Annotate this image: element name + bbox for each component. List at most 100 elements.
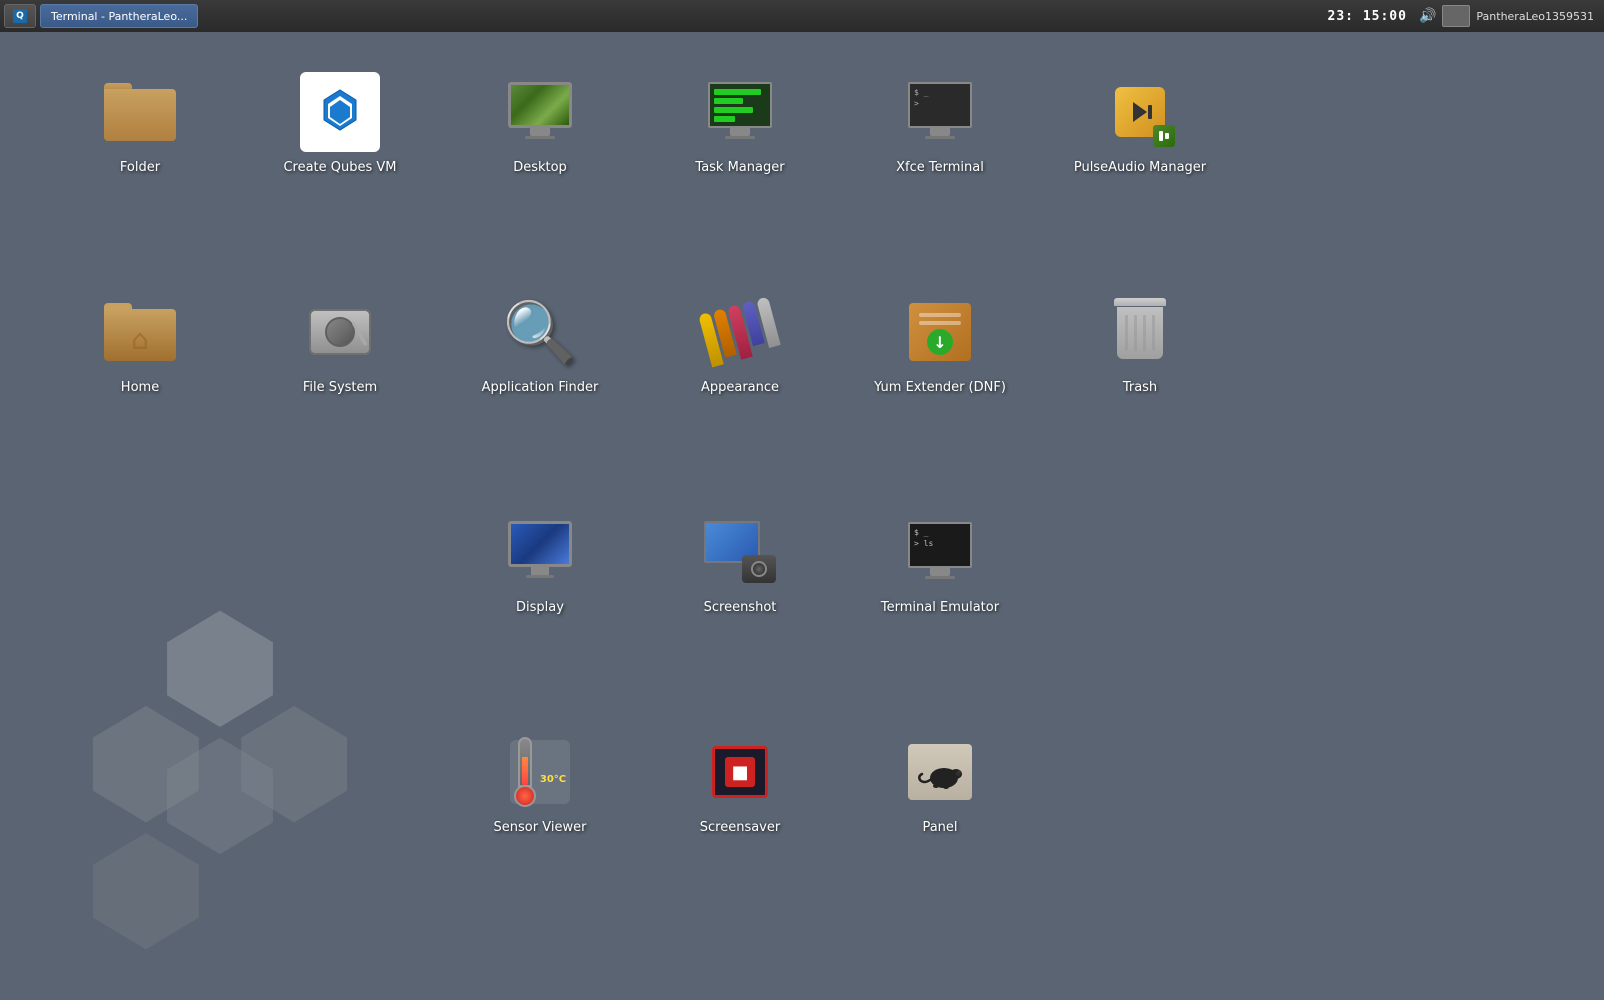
create-qubes-vm-icon-item[interactable]: Create Qubes VM xyxy=(260,62,420,282)
te-base xyxy=(925,576,955,579)
pulse-overlay xyxy=(1153,125,1175,147)
clock: 23: 15:00 xyxy=(1322,9,1413,24)
trash-line-3 xyxy=(1143,315,1146,351)
magnifier-symbol: 🔍 xyxy=(503,297,578,368)
ss-lens xyxy=(751,561,767,577)
home-icon-item[interactable]: ⌂ Home xyxy=(60,282,220,502)
trash-lines xyxy=(1117,307,1163,359)
pulseaudio-icon-item[interactable]: PulseAudio Manager xyxy=(1060,62,1220,282)
xterm-prompt-2: > xyxy=(914,99,966,108)
task-manager-img xyxy=(700,72,780,152)
pkg-line-1 xyxy=(919,313,961,317)
desktop-label: Desktop xyxy=(513,160,567,177)
display-img xyxy=(500,512,580,592)
taskbar-thumbnail[interactable] xyxy=(1442,5,1470,27)
desktop-icon-img xyxy=(500,72,580,152)
screensaver-shape: ■ xyxy=(706,740,774,804)
filesystem-shape xyxy=(304,303,376,361)
taskbar-left: Q Terminal - PantheraLeo... xyxy=(0,4,198,28)
xterm-screen: $ _ > xyxy=(908,82,972,128)
trash-body xyxy=(1117,307,1163,359)
application-finder-label: Application Finder xyxy=(482,380,599,397)
xfce-terminal-img: $ _ > xyxy=(900,72,980,152)
home-folder-body: ⌂ xyxy=(104,309,176,361)
desktop-icon-item[interactable]: Desktop xyxy=(460,62,620,282)
display-stand-group xyxy=(526,567,554,578)
appfinder-shape: 🔍 xyxy=(504,296,576,368)
display-base xyxy=(526,575,554,578)
xterm-base xyxy=(925,136,955,139)
tm-base xyxy=(725,136,755,139)
folder-icon-img xyxy=(100,72,180,152)
termemu-shape: $ _ > ls xyxy=(905,522,975,582)
color-strips xyxy=(698,297,782,368)
panel-icon-item[interactable]: Panel xyxy=(860,722,1020,942)
trash-lid xyxy=(1114,298,1166,306)
panel-label: Panel xyxy=(922,820,957,837)
trash-shape xyxy=(1109,298,1171,366)
monitor-stand xyxy=(530,128,550,136)
hdd-platter xyxy=(325,317,355,347)
xterm-stand xyxy=(930,128,950,136)
task-bar-2 xyxy=(714,98,743,104)
terminal-emulator-label: Terminal Emulator xyxy=(881,600,999,617)
trash-label: Trash xyxy=(1123,380,1157,397)
pulse-overlay-svg xyxy=(1157,129,1171,143)
tm-stand-group xyxy=(725,128,755,139)
taskbar: Q Terminal - PantheraLeo... 23: 15:00 🔊 … xyxy=(0,0,1604,32)
monitor-base xyxy=(525,136,555,139)
terminal-window-button[interactable]: Terminal - PantheraLeo... xyxy=(40,4,198,28)
trash-line-1 xyxy=(1125,315,1128,351)
pulse-svg xyxy=(1125,97,1155,127)
file-system-img xyxy=(300,292,380,372)
yum-extender-icon-item[interactable]: ↓ Yum Extender (DNF) xyxy=(860,282,1020,502)
qubes-app-button[interactable]: Q xyxy=(4,4,36,28)
username-label: PantheraLeo1359531 xyxy=(1472,10,1598,23)
appearance-icon-item[interactable]: Appearance xyxy=(660,282,820,502)
display-screen xyxy=(508,521,572,567)
appearance-label: Appearance xyxy=(701,380,779,397)
folder-body xyxy=(104,89,176,141)
terminal-emulator-icon-item[interactable]: $ _ > ls Terminal Emulator xyxy=(860,502,1020,722)
volume-icon[interactable]: 🔊 xyxy=(1415,8,1440,24)
panel-img xyxy=(900,732,980,812)
xfce-terminal-icon-item[interactable]: $ _ > Xfce Terminal xyxy=(860,62,1020,282)
screensaver-img: ■ xyxy=(700,732,780,812)
xterm-shape: $ _ > xyxy=(905,82,975,142)
create-qubes-vm-label: Create Qubes VM xyxy=(283,160,396,177)
thermo-wrapper xyxy=(514,737,536,807)
thermometer-body xyxy=(518,737,532,787)
application-finder-icon-item[interactable]: 🔍 Application Finder xyxy=(460,282,620,502)
display-icon-item[interactable]: Display xyxy=(460,502,620,722)
task-bar-4 xyxy=(714,116,735,122)
panel-shape xyxy=(906,740,974,804)
yum-extender-img: ↓ xyxy=(900,292,980,372)
pulse-shape xyxy=(1105,77,1175,147)
qubes-icon: Q xyxy=(13,9,27,23)
display-shape xyxy=(504,521,576,583)
file-system-icon-item[interactable]: File System xyxy=(260,282,420,502)
create-qubes-vm-img xyxy=(300,72,380,152)
trash-line-2 xyxy=(1134,315,1137,351)
temp-value: 30°C xyxy=(540,774,566,785)
qubes-icon-wrapper xyxy=(300,72,380,152)
screenshot-icon-item[interactable]: Screenshot xyxy=(660,502,820,722)
download-circle: ↓ xyxy=(927,329,953,355)
taskbar-right: 23: 15:00 🔊 PantheraLeo1359531 xyxy=(1322,5,1604,27)
screensaver-icon-item[interactable]: ■ Screensaver xyxy=(660,722,820,942)
sensor-shape: 30°C xyxy=(510,740,570,804)
xfce-terminal-label: Xfce Terminal xyxy=(896,160,984,177)
application-finder-img: 🔍 xyxy=(500,292,580,372)
ssaver-box: ■ xyxy=(712,746,768,798)
terminal-emulator-img: $ _ > ls xyxy=(900,512,980,592)
icon-grid: Folder Create Qubes VM xyxy=(0,62,1604,942)
task-manager-label: Task Manager xyxy=(695,160,784,177)
trash-line-4 xyxy=(1152,315,1155,351)
task-manager-icon-item[interactable]: Task Manager xyxy=(660,62,820,282)
folder-icon-item[interactable]: Folder xyxy=(60,62,220,282)
monitor-shape xyxy=(504,82,576,142)
sensor-viewer-img: 30°C xyxy=(500,732,580,812)
trash-icon-item[interactable]: Trash xyxy=(1060,282,1220,502)
sensor-viewer-icon-item[interactable]: 30°C Sensor Viewer xyxy=(460,722,620,942)
yum-extender-label: Yum Extender (DNF) xyxy=(874,380,1006,397)
